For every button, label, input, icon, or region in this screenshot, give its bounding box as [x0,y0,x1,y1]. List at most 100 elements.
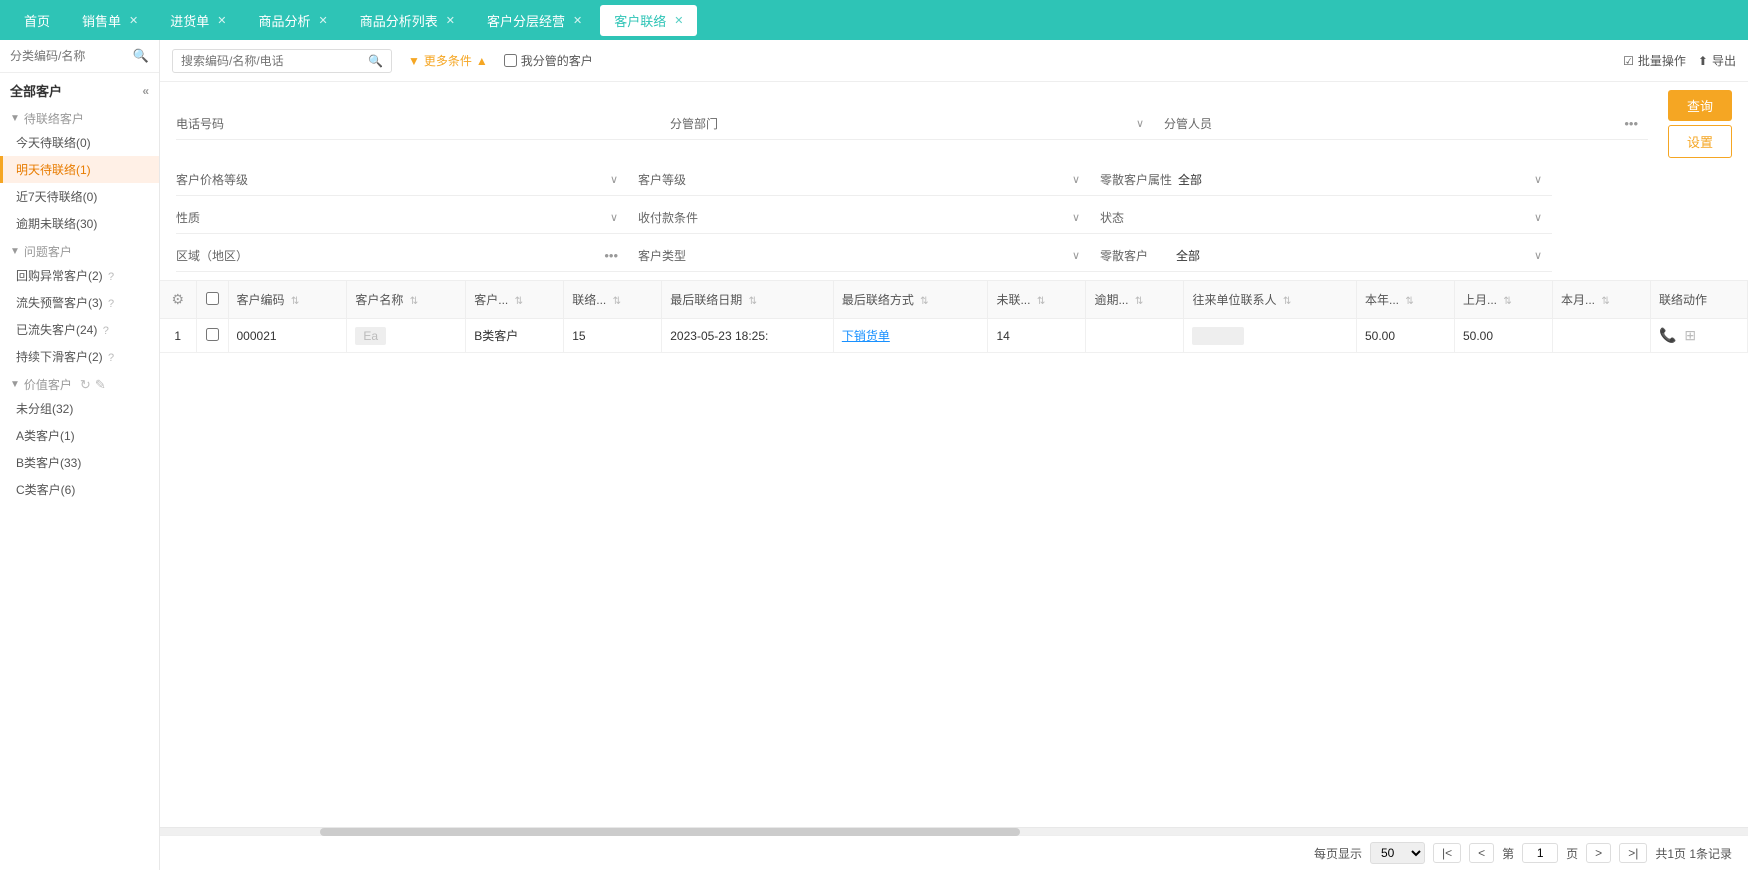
filter-price-level-select[interactable]: ∨ [254,173,618,186]
my-customer-checkbox-label[interactable]: 我分管的客户 [504,52,593,69]
th-this-year: 本年... ⇅ [1356,281,1454,319]
sidebar-all-customers[interactable]: 全部客户 « [0,73,159,104]
filter-more-btn[interactable]: ▼ 更多条件 ▲ [400,48,496,73]
filter-gender-select[interactable]: ∨ [252,211,618,224]
filter-retail-attr-select[interactable]: 全部 ∨ [1178,171,1542,188]
person-dots-icon[interactable]: ••• [1624,116,1638,131]
nav-close-customer-tier[interactable]: ✕ [573,14,582,27]
filter-gender: 性质 ∨ [176,202,628,234]
filter-region-input[interactable] [254,249,598,263]
nav-customer-tier[interactable]: 客户分层经营 ✕ [473,5,596,36]
td-contact-count: 15 [564,319,662,353]
filter-payment-select[interactable]: ∨ [714,211,1080,224]
td-name[interactable]: Ea [347,319,466,353]
sort-icon-last-month: ⇅ [1503,296,1511,307]
sidebar-item-b-class[interactable]: B类客户(33) [0,449,159,476]
filter-status-select[interactable]: ∨ [1176,211,1542,224]
nav-analysis-table[interactable]: 商品分析列表 ✕ [346,5,469,36]
sidebar-item-churned[interactable]: 已流失客户(24) ? [0,316,159,343]
filter-phone: 电话号码 [176,108,660,140]
checkbox-icon: ☑ [1623,54,1634,68]
sidebar-search-input[interactable] [10,49,133,63]
query-button[interactable]: 查询 [1668,90,1732,121]
prev-page-btn[interactable]: < [1469,843,1494,863]
sidebar-item-today[interactable]: 今天待联络(0) [0,129,159,156]
sidebar-item-c-class[interactable]: C类客户(6) [0,476,159,503]
sidebar-item-7days[interactable]: 近7天待联络(0) [0,183,159,210]
sidebar: 🔍 全部客户 « ▼ 待联络客户 今天待联络(0) 明天待联络(1) 近7天待联… [0,40,160,870]
page-number-input[interactable] [1522,843,1558,863]
sidebar-item-ungrouped[interactable]: 未分组(32) [0,395,159,422]
nav-close-analysis[interactable]: ✕ [319,14,328,27]
main-layout: 🔍 全部客户 « ▼ 待联络客户 今天待联络(0) 明天待联络(1) 近7天待联… [0,40,1748,870]
sidebar-item-overdue[interactable]: 逾期未联络(30) [0,210,159,237]
sort-icon-this-month: ⇅ [1601,296,1609,307]
sort-icon-last-method: ⇅ [920,296,928,307]
filter-region: 区域（地区） ••• [176,240,628,272]
sidebar-item-a-class[interactable]: A类客户(1) [0,422,159,449]
nav-close-analysis-table[interactable]: ✕ [446,14,455,27]
sidebar-value-tri: ▼ [10,379,20,390]
sidebar-pending-tri: ▼ [10,113,20,124]
th-contacts: 往来单位联系人 ⇅ [1184,281,1357,319]
sidebar-problem-tri: ▼ [10,246,20,257]
sidebar-search-wrap: 🔍 [0,40,159,73]
filter-row-4: 区域（地区） ••• 客户类型 ∨ 零散客户 全部 ∨ [176,240,1732,272]
batch-op-button[interactable]: ☑ 批量操作 [1623,52,1686,69]
sidebar-search-icon[interactable]: 🔍 [133,48,149,64]
status-dropdown-icon: ∨ [1534,211,1542,224]
sort-icon-this-year: ⇅ [1405,296,1413,307]
filter-retail-customer-select[interactable]: 全部 ∨ [1176,247,1542,264]
horizontal-scrollbar-track[interactable] [160,827,1748,835]
filter-customer-level-select[interactable]: ∨ [714,173,1080,186]
my-customer-checkbox[interactable] [504,54,517,67]
table-container: ⚙ 客户编码 ⇅ 客户名称 ⇅ [160,281,1748,827]
row-checkbox-0[interactable] [206,328,219,341]
td-this-month [1552,319,1650,353]
next-page-btn[interactable]: > [1586,843,1611,863]
nav-customer-contact[interactable]: 客户联络 ✕ [600,5,697,36]
th-action: 联络动作 [1650,281,1747,319]
td-this-year: 50.00 [1356,319,1454,353]
nav-purchase[interactable]: 进货单 ✕ [156,5,240,36]
nav-analysis[interactable]: 商品分析 ✕ [244,5,341,36]
export-button[interactable]: ⬆ 导出 [1698,52,1736,69]
nav-close-customer-contact[interactable]: ✕ [674,14,683,27]
action-more-icon[interactable]: ⊞ [1684,327,1696,344]
sort-icon-name: ⇅ [410,296,418,307]
per-page-select[interactable]: 50 100 200 [1370,842,1425,864]
sidebar-item-declining[interactable]: 持续下滑客户(2) ? [0,343,159,370]
value-group-refresh-icon[interactable]: ↻ [80,377,91,393]
filter-customer-type-select[interactable]: ∨ [714,249,1080,262]
filter-phone-input[interactable] [252,117,650,131]
region-dots-icon[interactable]: ••• [604,248,618,263]
td-last-month: 50.00 [1454,319,1552,353]
search-icon[interactable]: 🔍 [368,54,383,68]
set-button[interactable]: 设置 [1668,125,1732,158]
search-input[interactable] [181,54,368,68]
toolbar: 🔍 ▼ 更多条件 ▲ 我分管的客户 ☑ 批量操作 ⬆ 导出 [160,40,1748,82]
sidebar-item-tomorrow[interactable]: 明天待联络(1) [0,156,159,183]
nav-close-sales[interactable]: ✕ [129,14,138,27]
help-icon-1: ? [108,298,114,310]
action-phone-icon[interactable]: 📞 [1659,327,1676,344]
filter-dept-select[interactable]: ∨ [746,117,1144,130]
filter-person-input[interactable] [1240,117,1618,131]
customer-type-dropdown-icon: ∨ [1072,249,1080,262]
filter-row-3: 性质 ∨ 收付款条件 ∨ 状态 [176,202,1732,234]
last-page-btn[interactable]: >| [1619,843,1647,863]
nav-sales[interactable]: 销售单 ✕ [68,5,152,36]
nav-home[interactable]: 首页 [10,5,64,36]
sidebar-item-repurchase-abnormal[interactable]: 回购异常客户(2) ? [0,262,159,289]
horizontal-scrollbar-thumb[interactable] [320,828,1020,836]
select-all-checkbox[interactable] [206,292,219,305]
value-group-edit-icon[interactable]: ✎ [95,377,106,393]
help-icon-0: ? [108,271,114,283]
nav-close-purchase[interactable]: ✕ [217,14,226,27]
filter-caret-icon: ▲ [476,54,488,68]
first-page-btn[interactable]: |< [1433,843,1461,863]
sidebar-item-churn-warning[interactable]: 流失预警客户(3) ? [0,289,159,316]
table-gear-icon[interactable]: ⚙ [171,291,184,307]
th-type: 客户... ⇅ [466,281,564,319]
th-last-date: 最后联络日期 ⇅ [662,281,834,319]
